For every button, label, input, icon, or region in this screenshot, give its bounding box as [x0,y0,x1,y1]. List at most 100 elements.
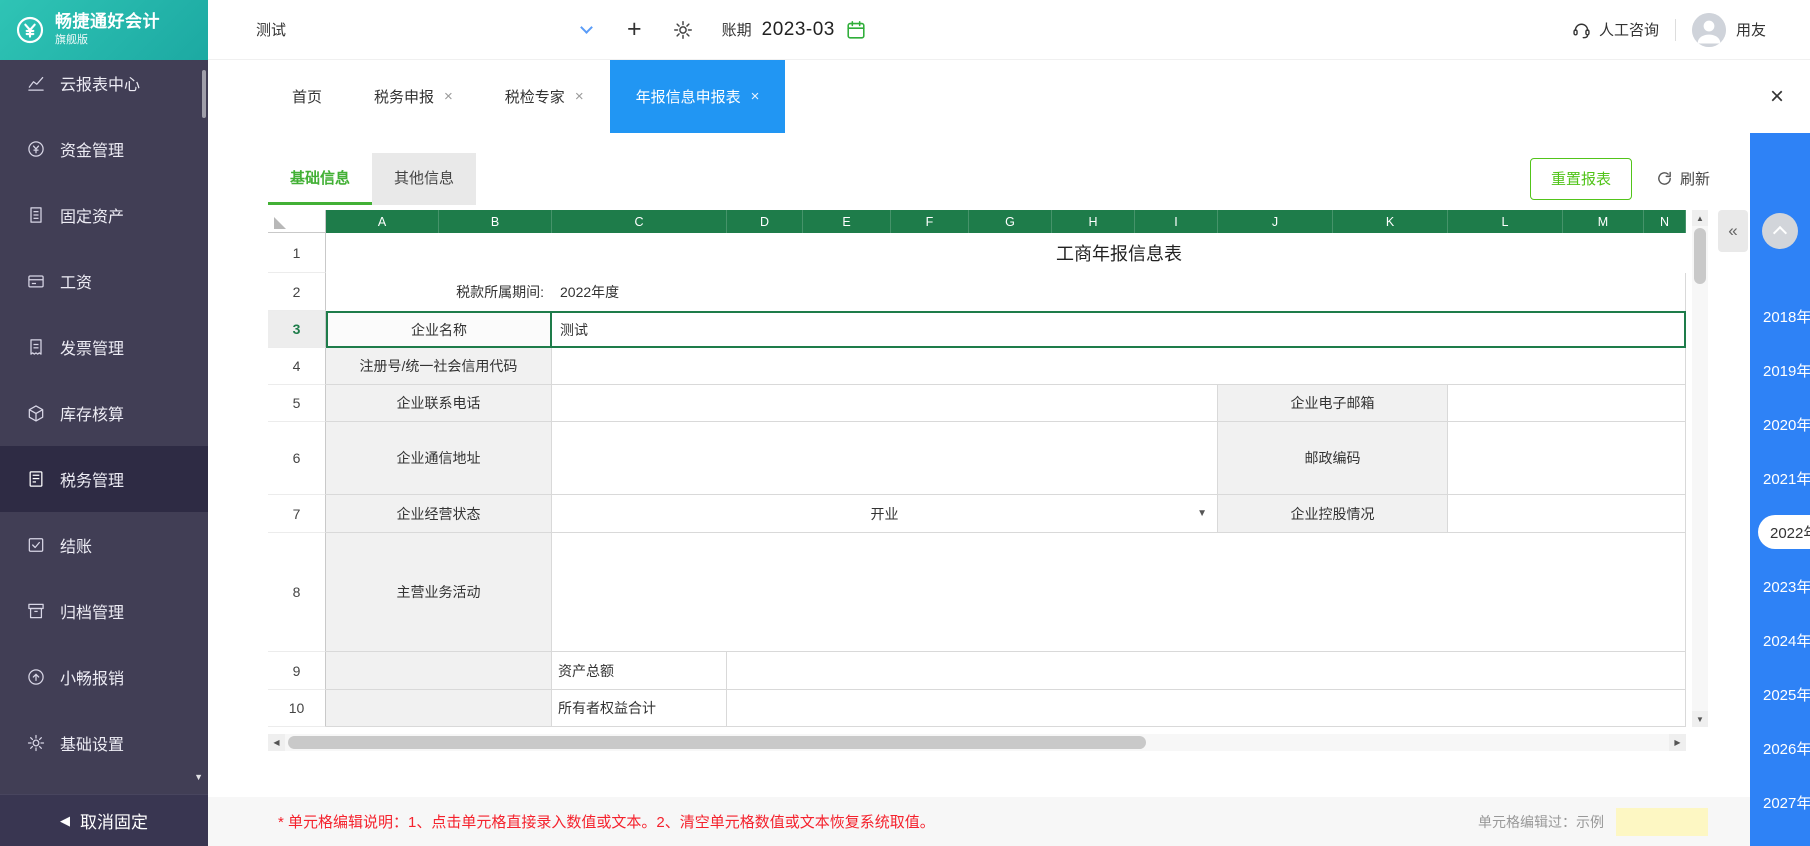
column-header[interactable]: D [727,210,803,233]
column-header[interactable]: C [552,210,727,233]
row-number[interactable]: 8 [268,533,326,652]
row-number[interactable]: 9 [268,652,326,690]
add-account-button[interactable]: + [627,17,642,42]
company-name-value-cell[interactable]: 测试 [552,311,1686,348]
sidebar-item-funds[interactable]: 资金管理 [0,116,208,182]
scroll-left-icon[interactable]: ◀ [268,734,285,751]
sidebar-item-reimburse[interactable]: 小畅报销 [0,644,208,710]
equity-value-cell[interactable] [727,690,1686,727]
zip-value-cell[interactable] [1448,422,1686,495]
settings-gear-icon[interactable] [672,19,694,41]
year-item-2021[interactable]: 2021年 [1750,451,1810,505]
year-item-2026[interactable]: 2026年 [1750,721,1810,775]
column-header[interactable]: B [439,210,552,233]
sidebar-item-cloud-reports[interactable]: 云报表中心 [0,60,208,116]
sidebar-item-tax[interactable]: 税务管理 [0,446,208,512]
row-number[interactable]: 3 [268,311,326,348]
column-header[interactable]: I [1135,210,1218,233]
column-header[interactable]: E [803,210,891,233]
column-header[interactable]: G [969,210,1052,233]
calendar-icon[interactable] [845,19,867,41]
column-header[interactable]: H [1052,210,1135,233]
column-header[interactable]: N [1644,210,1686,233]
assets-value-cell[interactable] [727,652,1686,690]
status-dropdown-cell[interactable]: 开业 ▼ [552,495,1218,533]
email-value-cell[interactable] [1448,385,1686,422]
empty-cell[interactable] [326,273,439,311]
column-header[interactable]: L [1448,210,1563,233]
sidebar-item-archive[interactable]: 归档管理 [0,578,208,644]
tab-annual-report[interactable]: 年报信息申报表 × [609,60,786,133]
vertical-scrollbar[interactable]: ▲ ▼ [1692,210,1708,727]
tab-tax-filing[interactable]: 税务申报 × [348,60,479,133]
tab-home[interactable]: 首页 [266,60,348,133]
column-header[interactable]: J [1218,210,1333,233]
year-item-2025[interactable]: 2025年 [1750,667,1810,721]
row-number[interactable]: 7 [268,495,326,533]
vscroll-thumb[interactable] [1694,228,1706,284]
empty-cell[interactable] [326,233,552,273]
year-item-2018[interactable]: 2018年 [1750,289,1810,343]
year-item-2019[interactable]: 2019年 [1750,343,1810,397]
sidebar-item-inventory[interactable]: 库存核算 [0,380,208,446]
year-item-2020[interactable]: 2020年 [1750,397,1810,451]
column-header[interactable]: M [1563,210,1644,233]
year-item-2024[interactable]: 2024年 [1750,613,1810,667]
horizontal-scrollbar[interactable]: ◀ ▶ [268,734,1686,751]
reset-report-button[interactable]: 重置报表 [1529,157,1632,200]
column-header[interactable]: F [891,210,969,233]
close-page-icon[interactable]: × [1770,84,1784,109]
holding-value-cell[interactable] [1448,495,1686,533]
sidebar-item-salary[interactable]: 工资 [0,248,208,314]
scroll-down-icon[interactable]: ▼ [1692,711,1708,727]
dropdown-caret-icon[interactable]: ▼ [1197,508,1207,519]
business-value-cell[interactable] [552,533,1686,652]
avatar[interactable] [1691,12,1726,47]
row-number[interactable]: 6 [268,422,326,495]
row-number[interactable]: 2 [268,273,326,311]
support-button[interactable]: 人工咨询 [1571,19,1659,40]
tab-label: 税务申报 [374,89,435,106]
tab-tax-expert[interactable]: 税检专家 × [479,60,610,133]
sidebar-item-settings[interactable]: 基础设置 [0,710,208,776]
phone-value-cell[interactable] [552,385,1218,422]
sidebar-item-label: 工资 [60,275,93,292]
sheet-tab-other-info[interactable]: 其他信息 [372,152,477,205]
hscroll-thumb[interactable] [288,736,1147,749]
scroll-right-icon[interactable]: ▶ [1669,734,1686,751]
column-header[interactable]: K [1333,210,1448,233]
hscroll-track[interactable] [285,734,1669,751]
sidebar-scrollbar[interactable] [202,70,206,118]
regno-value-cell[interactable] [552,348,1686,385]
period-value-cell[interactable]: 2022年度 [552,273,1686,311]
unpin-button[interactable]: ◀ 取消固定 [0,794,208,846]
sidebar-item-closing[interactable]: 结账 [0,512,208,578]
row-number[interactable]: 1 [268,233,326,273]
close-icon[interactable]: × [444,89,453,104]
close-icon[interactable]: × [575,89,584,104]
scroll-up-icon[interactable]: ▲ [1692,210,1708,226]
address-value-cell[interactable] [552,422,1218,495]
year-item-2023[interactable]: 2023年 [1750,559,1810,613]
year-item-2027[interactable]: 2027年 [1750,775,1810,829]
sidebar-item-fixed-assets[interactable]: 固定资产 [0,182,208,248]
account-select[interactable]: 测试 [256,19,593,40]
sheet-tab-basic-info[interactable]: 基础信息 [268,152,373,205]
year-item-2022[interactable]: 2022年 [1758,515,1810,549]
sidebar-item-invoices[interactable]: 发票管理 [0,314,208,380]
scroll-top-button[interactable] [1762,213,1798,249]
row-number[interactable]: 10 [268,690,326,727]
row-number[interactable]: 4 [268,348,326,385]
close-icon[interactable]: × [751,89,760,104]
select-all-corner[interactable] [268,210,326,233]
username[interactable]: 用友 [1736,19,1766,40]
row-number[interactable]: 5 [268,385,326,422]
refresh-icon [1656,170,1673,187]
collapse-panel-button[interactable]: « [1718,210,1748,252]
vertical-strip: ▲ ▼ « [1688,210,1750,797]
refresh-button[interactable]: 刷新 [1656,168,1710,189]
company-name-label-cell: 企业名称 [326,311,552,348]
column-header[interactable]: A [326,210,439,233]
sidebar-scroll-down-icon[interactable]: ▼ [194,772,203,782]
report-title-cell[interactable]: 工商年报信息表 [552,233,1686,273]
